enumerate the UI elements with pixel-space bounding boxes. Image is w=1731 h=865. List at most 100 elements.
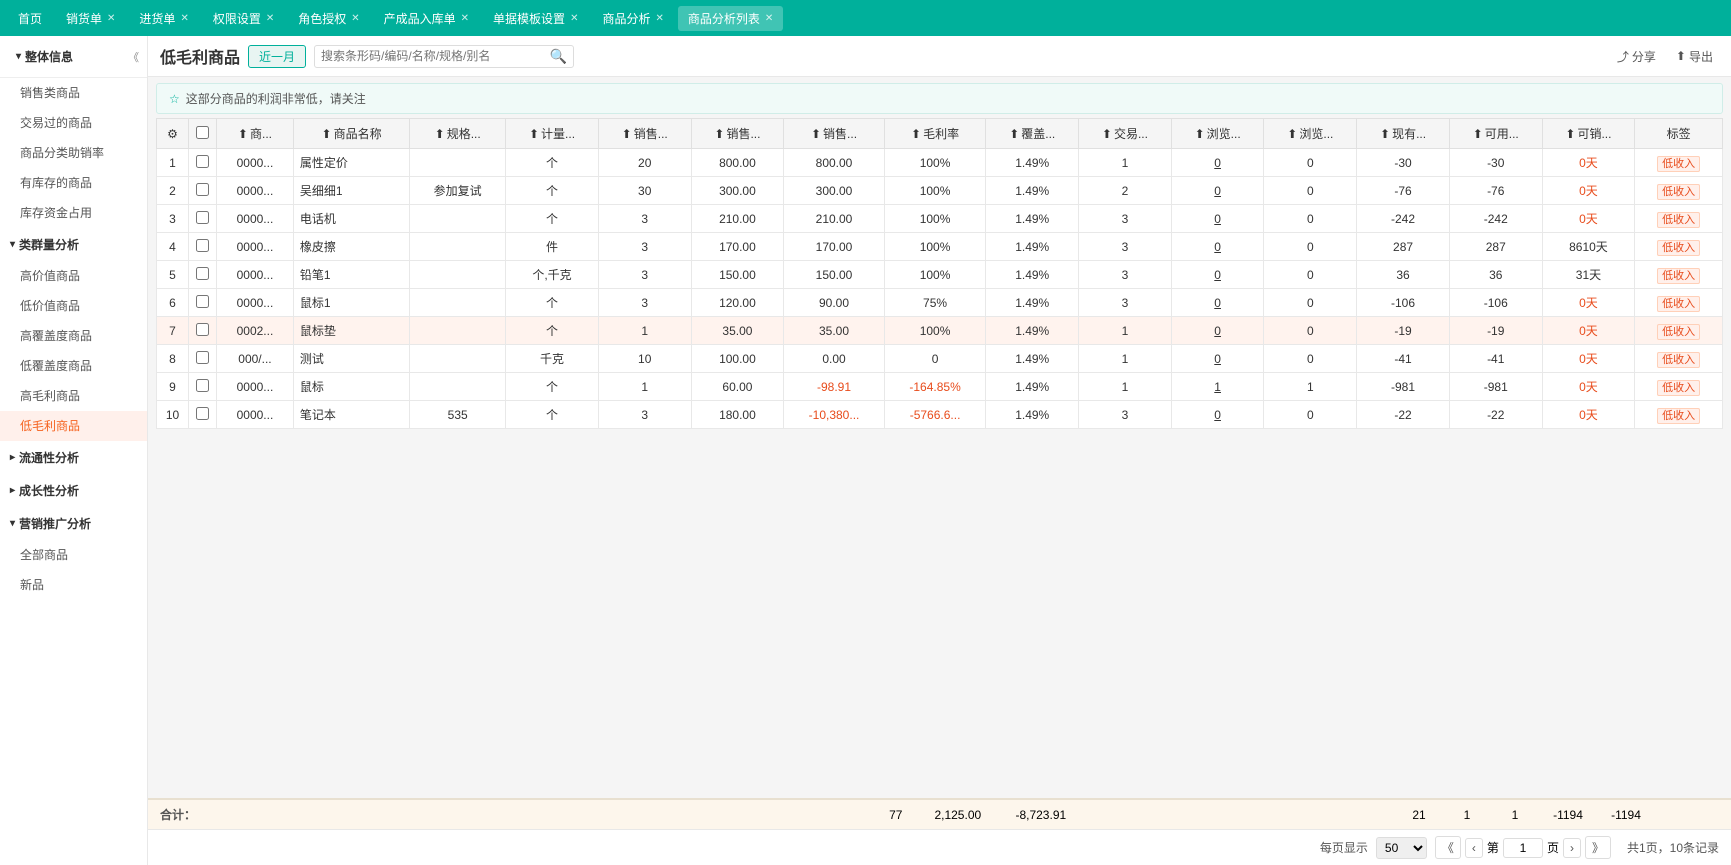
per-page-select[interactable]: 50 100 200 [1376,837,1427,859]
page-input[interactable] [1503,838,1543,858]
row-check[interactable] [196,351,209,364]
sidebar-item-new-goods[interactable]: 新品 [0,570,147,600]
nav-close-analysis[interactable]: ✕ [655,13,663,24]
row-browse1[interactable]: 0 [1171,317,1264,345]
row-browse1[interactable]: 0 [1171,149,1264,177]
row-check[interactable] [196,323,209,336]
row-checkbox[interactable] [189,317,217,345]
row-browse1[interactable]: 0 [1171,205,1264,233]
search-input[interactable] [321,49,550,63]
prev-page-btn[interactable]: ‹ [1465,838,1483,858]
sidebar-item-all-goods[interactable]: 全部商品 [0,540,147,570]
nav-close-permission[interactable]: ✕ [266,13,274,24]
sidebar-group-marketing[interactable]: ▾ 营销推广分析 [0,507,147,540]
nav-home[interactable]: 首页 [8,6,52,31]
row-checkbox[interactable] [189,205,217,233]
sidebar-group-circulation[interactable]: ▸ 流通性分析 [0,441,147,474]
nav-purchase[interactable]: 进货单 ✕ [129,6,198,31]
col-sales-qty[interactable]: ⬆销售... [598,119,691,149]
row-browse1[interactable]: 0 [1171,401,1264,429]
row-checkbox[interactable] [189,345,217,373]
nav-close-purchase[interactable]: ✕ [180,13,188,24]
nav-template[interactable]: 单据模板设置 ✕ [483,6,588,31]
row-browse1[interactable]: 0 [1171,289,1264,317]
row-checkbox[interactable] [189,401,217,429]
row-unit: 件 [506,233,599,261]
col-current[interactable]: ⬆现有... [1357,119,1450,149]
nav-close-product-in[interactable]: ✕ [461,13,469,24]
sidebar-item-traded-goods[interactable]: 交易过的商品 [0,108,147,138]
row-checkbox[interactable] [189,149,217,177]
sidebar-item-low-coverage[interactable]: 低覆盖度商品 [0,351,147,381]
sidebar-group-cluster[interactable]: ▾ 类群量分析 [0,228,147,261]
sidebar-group-overall[interactable]: ▾ 整体信息 [6,40,83,73]
col-browse1[interactable]: ⬆浏览... [1171,119,1264,149]
col-tag[interactable]: 标签 [1635,119,1723,149]
row-browse1[interactable]: 0 [1171,261,1264,289]
row-check[interactable] [196,155,209,168]
row-check[interactable] [196,239,209,252]
nav-product-in[interactable]: 产成品入库单 ✕ [374,6,479,31]
sidebar-group-growth[interactable]: ▸ 成长性分析 [0,474,147,507]
row-checkbox[interactable] [189,261,217,289]
nav-permission[interactable]: 权限设置 ✕ [203,6,284,31]
row-num: 9 [157,373,189,401]
nav-sales[interactable]: 销货单 ✕ [56,6,125,31]
sidebar-item-category-rate[interactable]: 商品分类助销率 [0,138,147,168]
row-browse1[interactable]: 0 [1171,177,1264,205]
row-checkbox[interactable] [189,177,217,205]
nav-close-sales[interactable]: ✕ [107,13,115,24]
col-saleable[interactable]: ⬆可销... [1542,119,1635,149]
nav-analysis-list[interactable]: 商品分析列表 ✕ [678,6,783,31]
col-transaction[interactable]: ⬆交易... [1079,119,1172,149]
sidebar-item-high-coverage[interactable]: 高覆盖度商品 [0,321,147,351]
row-browse1[interactable]: 0 [1171,345,1264,373]
nav-close-template[interactable]: ✕ [570,13,578,24]
col-sales-price[interactable]: ⬆销售... [691,119,784,149]
col-coverage[interactable]: ⬆覆盖... [986,119,1079,149]
sidebar-item-sales-goods[interactable]: 销售类商品 [0,78,147,108]
sidebar-item-stock-goods[interactable]: 有库存的商品 [0,168,147,198]
col-gross-rate[interactable]: ⬆毛利率 [884,119,986,149]
search-icon[interactable]: 🔍 [550,48,567,65]
share-button[interactable]: ⤴ 分享 [1611,46,1662,67]
col-spec[interactable]: ⬆规格... [410,119,506,149]
sidebar-item-high-value[interactable]: 高价值商品 [0,261,147,291]
first-page-btn[interactable]: 《 [1435,836,1461,859]
nav-role[interactable]: 角色授权 ✕ [288,6,369,31]
col-settings[interactable]: ⚙ [157,119,189,149]
nav-analysis[interactable]: 商品分析 ✕ [592,6,673,31]
nav-close-analysis-list[interactable]: ✕ [765,13,773,24]
col-available[interactable]: ⬆可用... [1449,119,1542,149]
row-check[interactable] [196,379,209,392]
row-browse1[interactable]: 1 [1171,373,1264,401]
row-check[interactable] [196,267,209,280]
row-checkbox[interactable] [189,373,217,401]
sidebar-item-stock-capital[interactable]: 库存资金占用 [0,198,147,228]
col-checkbox[interactable] [189,119,217,149]
sidebar-item-low-margin[interactable]: 低毛利商品 [0,411,147,441]
col-unit[interactable]: ⬆计量... [506,119,599,149]
sidebar-item-low-value[interactable]: 低价值商品 [0,291,147,321]
col-code[interactable]: ⬆商... [217,119,294,149]
row-check[interactable] [196,183,209,196]
col-name[interactable]: ⬆商品名称 [293,119,409,149]
row-checkbox[interactable] [189,233,217,261]
settings-icon[interactable]: ⚙ [167,127,178,141]
row-check[interactable] [196,295,209,308]
next-page-btn[interactable]: › [1563,838,1581,858]
sidebar-collapse-btn[interactable]: 《 [126,47,141,67]
row-check[interactable] [196,407,209,420]
export-button[interactable]: ⬆ 导出 [1670,46,1719,67]
nav-close-role[interactable]: ✕ [351,13,359,24]
row-check[interactable] [196,211,209,224]
col-browse2[interactable]: ⬆浏览... [1264,119,1357,149]
row-checkbox[interactable] [189,289,217,317]
sidebar-item-high-margin[interactable]: 高毛利商品 [0,381,147,411]
select-all-checkbox[interactable] [196,126,209,139]
row-browse1[interactable]: 0 [1171,233,1264,261]
last-page-btn[interactable]: 》 [1585,836,1611,859]
table-container[interactable]: ⚙ ⬆商... ⬆商品名称 ⬆规格... ⬆计量... ⬆销售... ⬆销售..… [148,118,1731,798]
col-sales-profit[interactable]: ⬆销售... [784,119,884,149]
date-filter-button[interactable]: 近一月 [248,45,306,68]
